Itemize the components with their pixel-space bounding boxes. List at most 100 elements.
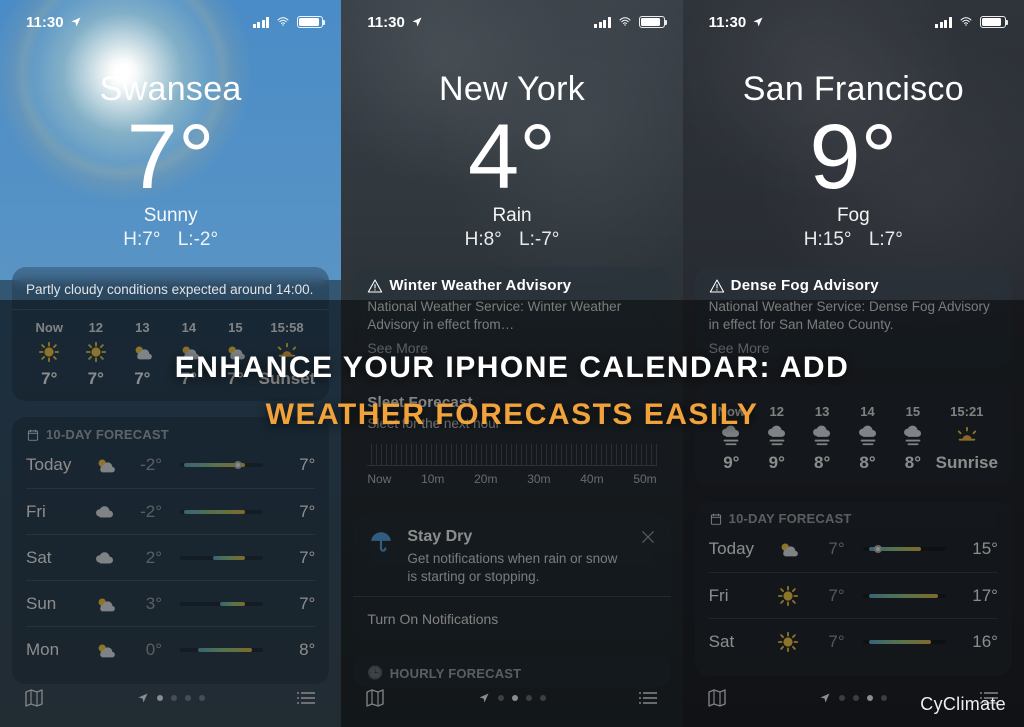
hour-slot[interactable]: 148° (845, 404, 890, 473)
hourly-strip[interactable]: Now9°129° 13 8° 148°158° 15:21 Sunrise (709, 404, 998, 473)
location-dot-icon (478, 692, 490, 704)
sleet-ticks: Now10m20m30m40m50m (367, 444, 656, 486)
hour-value: 9° (769, 453, 785, 473)
battery-icon (639, 16, 665, 28)
advisory-body: National Weather Service: Dense Fog Advi… (709, 298, 998, 334)
lo-value: L:-2° (178, 229, 218, 250)
ten-day-panel[interactable]: 10-DAY FORECAST Today 7° 15° Fri7°17°Sat7°1… (695, 501, 1012, 676)
see-more-link[interactable]: See More (367, 340, 656, 356)
status-time: 11:30 (26, 14, 64, 31)
hour-slot[interactable]: Now9° (709, 404, 754, 473)
hourly-panel[interactable]: Now9°129° 13 8° 148°158° 15:21 Sunrise (695, 384, 1012, 485)
stay-dry-panel[interactable]: Stay Dry Get notifications when rain or … (353, 514, 670, 639)
hour-slot[interactable]: 158° (890, 404, 935, 473)
day-row[interactable]: Fri-2°7° (26, 488, 315, 534)
hour-label: 14 (182, 320, 196, 335)
list-button[interactable] (637, 686, 661, 710)
day-high: 17° (964, 586, 998, 606)
temp-range-bar (863, 547, 946, 551)
hour-label: 13 (815, 404, 829, 419)
fog-icon (902, 425, 924, 447)
fog-icon (720, 425, 742, 447)
day-row[interactable]: Sat7°16° (709, 618, 998, 664)
day-label: Today (709, 539, 765, 559)
advisory-panel[interactable]: Winter Weather Advisory National Weather… (353, 267, 670, 368)
hour-label: 15 (228, 320, 242, 335)
turn-on-notifications[interactable]: Turn On Notifications (367, 611, 656, 627)
status-bar: 11:30 (0, 0, 341, 44)
map-button[interactable] (22, 686, 46, 710)
hour-slot[interactable]: 129° (754, 404, 799, 473)
hour-value: 7° (227, 369, 243, 389)
temp-range-bar (180, 602, 263, 606)
map-button[interactable] (705, 686, 729, 710)
sun-icon (85, 341, 107, 363)
battery-icon (980, 16, 1006, 28)
day-row[interactable]: Today-2°7° (26, 442, 315, 488)
sleet-tick: 50m (633, 472, 656, 486)
hi-value: H:15° (804, 229, 852, 250)
temp-range-bar (863, 640, 946, 644)
temp-range-bar (180, 648, 263, 652)
page-dots[interactable] (819, 692, 887, 704)
three-phone-layout: 11:30 Swansea 7° Sunny H:7° L:-2° Partly… (0, 0, 1024, 727)
hour-value: Sunrise (936, 453, 998, 473)
sleet-panel[interactable]: Sleet Forecast Sleet for the next hour N… (353, 384, 670, 497)
hour-label: 13 (135, 320, 149, 335)
list-button[interactable] (295, 686, 319, 710)
psun-icon (92, 593, 118, 615)
advisory-title: Winter Weather Advisory (367, 277, 656, 294)
hour-value: 7° (41, 369, 57, 389)
day-high: 16° (964, 632, 998, 652)
stay-dry-title: Stay Dry (407, 528, 626, 546)
hour-slot[interactable]: 13 8° (799, 404, 844, 473)
hour-slot[interactable]: 137° (119, 320, 166, 389)
location-arrow-icon (411, 16, 423, 28)
day-low: 7° (811, 539, 845, 559)
hour-slot[interactable]: Now7° (26, 320, 73, 389)
advisory-panel[interactable]: Dense Fog Advisory National Weather Serv… (695, 267, 1012, 368)
hour-value: 8° (814, 453, 830, 473)
day-high: 15° (964, 539, 998, 559)
fog-icon (811, 425, 833, 447)
hour-slot[interactable]: 15 7° (212, 320, 259, 389)
fog-icon (766, 425, 788, 447)
list-button[interactable] (978, 686, 1002, 710)
day-label: Today (26, 455, 82, 475)
ten-day-title: 10-DAY FORECAST (709, 511, 998, 526)
hour-slot[interactable]: 15:21 Sunrise (936, 404, 998, 473)
map-button[interactable] (363, 686, 387, 710)
hourly-strip[interactable]: Now7°127°137°147°157°15:58Sunset (26, 320, 315, 389)
day-high: 7° (281, 502, 315, 522)
psun-icon (775, 538, 801, 560)
sleet-tick: 10m (421, 472, 444, 486)
page-dots[interactable] (137, 692, 205, 704)
current-temp: 4° (341, 111, 682, 203)
psun-icon (92, 454, 118, 476)
page-dots[interactable] (478, 692, 546, 704)
hour-slot[interactable]: 14 7° (166, 320, 213, 389)
day-row[interactable]: Mon0°8° (26, 626, 315, 672)
hour-value: 7° (181, 369, 197, 389)
hourly-panel[interactable]: Partly cloudy conditions expected around… (12, 267, 329, 401)
day-label: Sat (26, 548, 82, 568)
hi-value: H:8° (465, 229, 502, 250)
hour-slot[interactable]: 15:58Sunset (259, 320, 316, 389)
see-more-link[interactable]: See More (709, 340, 998, 356)
wifi-icon (958, 16, 974, 28)
day-high: 7° (281, 594, 315, 614)
temp-range-bar (180, 463, 263, 467)
close-icon[interactable] (639, 528, 657, 546)
day-row[interactable]: Today 7° 15° (709, 526, 998, 572)
hour-label: 15:58 (270, 320, 303, 335)
hour-label: 15:21 (950, 404, 983, 419)
day-high: 7° (281, 455, 315, 475)
location-arrow-icon (70, 16, 82, 28)
ten-day-panel[interactable]: 10-DAY FORECAST Today-2°7°Fri-2°7°Sat2°7… (12, 417, 329, 684)
day-row[interactable]: Sat2°7° (26, 534, 315, 580)
sunset-icon (276, 341, 298, 363)
hour-slot[interactable]: 127° (73, 320, 120, 389)
day-row[interactable]: Sun3°7° (26, 580, 315, 626)
day-row[interactable]: Fri7°17° (709, 572, 998, 618)
sleet-tick: Now (367, 472, 391, 486)
